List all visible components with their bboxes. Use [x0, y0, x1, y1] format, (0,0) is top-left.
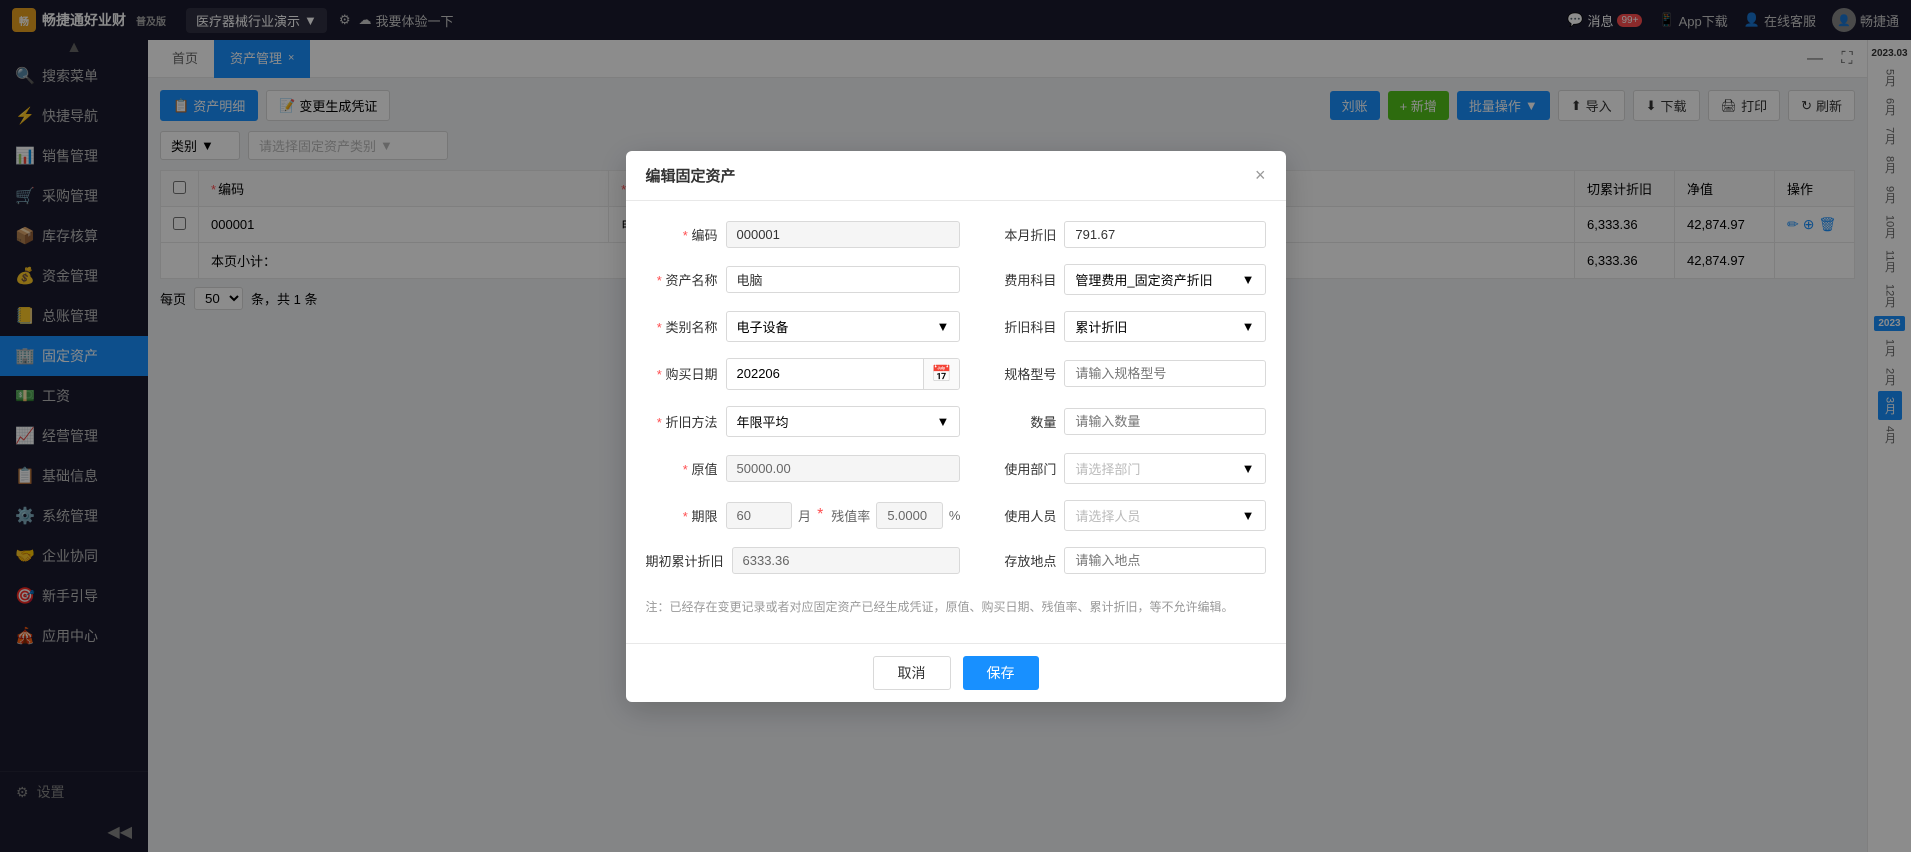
purchase-date-field[interactable]: 📅	[726, 358, 961, 390]
person-placeholder: 请选择人员	[1075, 506, 1140, 525]
residual-input[interactable]	[876, 502, 943, 529]
quantity-label: 数量	[984, 412, 1056, 431]
depr-subject-dropdown-icon: ▼	[1242, 319, 1255, 334]
edit-asset-modal: 编辑固定资产 × * 编码 本月折旧	[626, 151, 1286, 702]
depr-method-value: 年限平均	[737, 412, 789, 431]
form-note: 注：已经存在变更记录或者对应固定资产已经生成凭证，原值、购买日期、残值率、累计折…	[646, 590, 1266, 623]
asset-name-label: * 资产名称	[646, 270, 718, 289]
period-label: * 期限	[646, 506, 718, 525]
expense-subject-dropdown-icon: ▼	[1242, 272, 1255, 287]
person-select[interactable]: 请选择人员 ▼	[1064, 500, 1265, 531]
category-value: 电子设备	[737, 317, 789, 336]
modal-overlay: 编辑固定资产 × * 编码 本月折旧	[0, 0, 1911, 852]
dept-label: 使用部门	[984, 459, 1056, 478]
asset-name-input[interactable]	[726, 266, 961, 293]
code-label: * 编码	[646, 225, 718, 244]
original-label: * 原值	[646, 459, 718, 478]
calendar-icon[interactable]: 📅	[923, 359, 960, 389]
modal-header: 编辑固定资产 ×	[626, 151, 1286, 201]
residual-unit: %	[949, 508, 961, 523]
dept-dropdown-icon: ▼	[1242, 461, 1255, 476]
initial-depr-input[interactable]	[732, 547, 961, 574]
expense-subject-value: 管理费用_固定资产折旧	[1075, 270, 1212, 289]
field-location: 存放地点	[984, 547, 1265, 574]
field-code: * 编码	[646, 221, 961, 248]
residual-star: *	[817, 506, 823, 524]
period-input[interactable]	[726, 502, 793, 529]
category-select[interactable]: 电子设备 ▼	[726, 311, 961, 342]
expense-subject-label: 费用科目	[984, 270, 1056, 289]
location-label: 存放地点	[984, 551, 1056, 570]
period-residual-group: 月 * 残值率 %	[726, 502, 961, 529]
period-unit: 月	[798, 506, 811, 525]
purchase-date-input[interactable]	[727, 361, 923, 386]
field-asset-name: * 资产名称	[646, 264, 961, 295]
field-quantity: 数量	[984, 406, 1265, 437]
depr-method-select[interactable]: 年限平均 ▼	[726, 406, 961, 437]
field-purchase-date: * 购买日期 📅	[646, 358, 961, 390]
note-text: 注：已经存在变更记录或者对应固定资产已经生成凭证，原值、购买日期、残值率、累计折…	[646, 600, 1234, 614]
field-depr-method: * 折旧方法 年限平均 ▼	[646, 406, 961, 437]
field-monthly-depr: 本月折旧	[984, 221, 1265, 248]
spec-label: 规格型号	[984, 364, 1056, 383]
cancel-button[interactable]: 取消	[873, 656, 951, 690]
location-input[interactable]	[1064, 547, 1265, 574]
field-original: * 原值	[646, 453, 961, 484]
category-dropdown-icon: ▼	[937, 319, 950, 334]
quantity-input[interactable]	[1064, 408, 1265, 435]
monthly-depr-input[interactable]	[1064, 221, 1265, 248]
field-depr-subject: 折旧科目 累计折旧 ▼	[984, 311, 1265, 342]
purchase-date-label: * 购买日期	[646, 364, 718, 383]
modal-title: 编辑固定资产	[646, 165, 736, 186]
field-expense-subject: 费用科目 管理费用_固定资产折旧 ▼	[984, 264, 1265, 295]
person-dropdown-icon: ▼	[1242, 508, 1255, 523]
spec-input[interactable]	[1064, 360, 1265, 387]
field-initial-depr: 期初累计折旧	[646, 547, 961, 574]
field-spec: 规格型号	[984, 358, 1265, 390]
save-button[interactable]: 保存	[963, 656, 1039, 690]
original-input[interactable]	[726, 455, 961, 482]
person-label: 使用人员	[984, 506, 1056, 525]
category-label: * 类别名称	[646, 317, 718, 336]
dept-select[interactable]: 请选择部门 ▼	[1064, 453, 1265, 484]
form-grid: * 编码 本月折旧 * 资产名称	[646, 221, 1266, 623]
expense-subject-select[interactable]: 管理费用_固定资产折旧 ▼	[1064, 264, 1265, 295]
initial-depr-label: 期初累计折旧	[646, 551, 724, 570]
field-dept: 使用部门 请选择部门 ▼	[984, 453, 1265, 484]
dept-placeholder: 请选择部门	[1075, 459, 1140, 478]
modal-body: * 编码 本月折旧 * 资产名称	[626, 201, 1286, 643]
modal-close-btn[interactable]: ×	[1255, 165, 1266, 186]
depr-method-dropdown-icon: ▼	[937, 414, 950, 429]
field-person: 使用人员 请选择人员 ▼	[984, 500, 1265, 531]
code-input[interactable]	[726, 221, 961, 248]
depr-subject-value: 累计折旧	[1075, 317, 1127, 336]
monthly-depr-label: 本月折旧	[984, 225, 1056, 244]
residual-label: 残值率	[831, 506, 870, 525]
modal-footer: 取消 保存	[626, 643, 1286, 702]
depr-subject-select[interactable]: 累计折旧 ▼	[1064, 311, 1265, 342]
field-period-residual: * 期限 月 * 残值率 %	[646, 500, 961, 531]
depr-method-label: * 折旧方法	[646, 412, 718, 431]
depr-subject-label: 折旧科目	[984, 317, 1056, 336]
field-category: * 类别名称 电子设备 ▼	[646, 311, 961, 342]
